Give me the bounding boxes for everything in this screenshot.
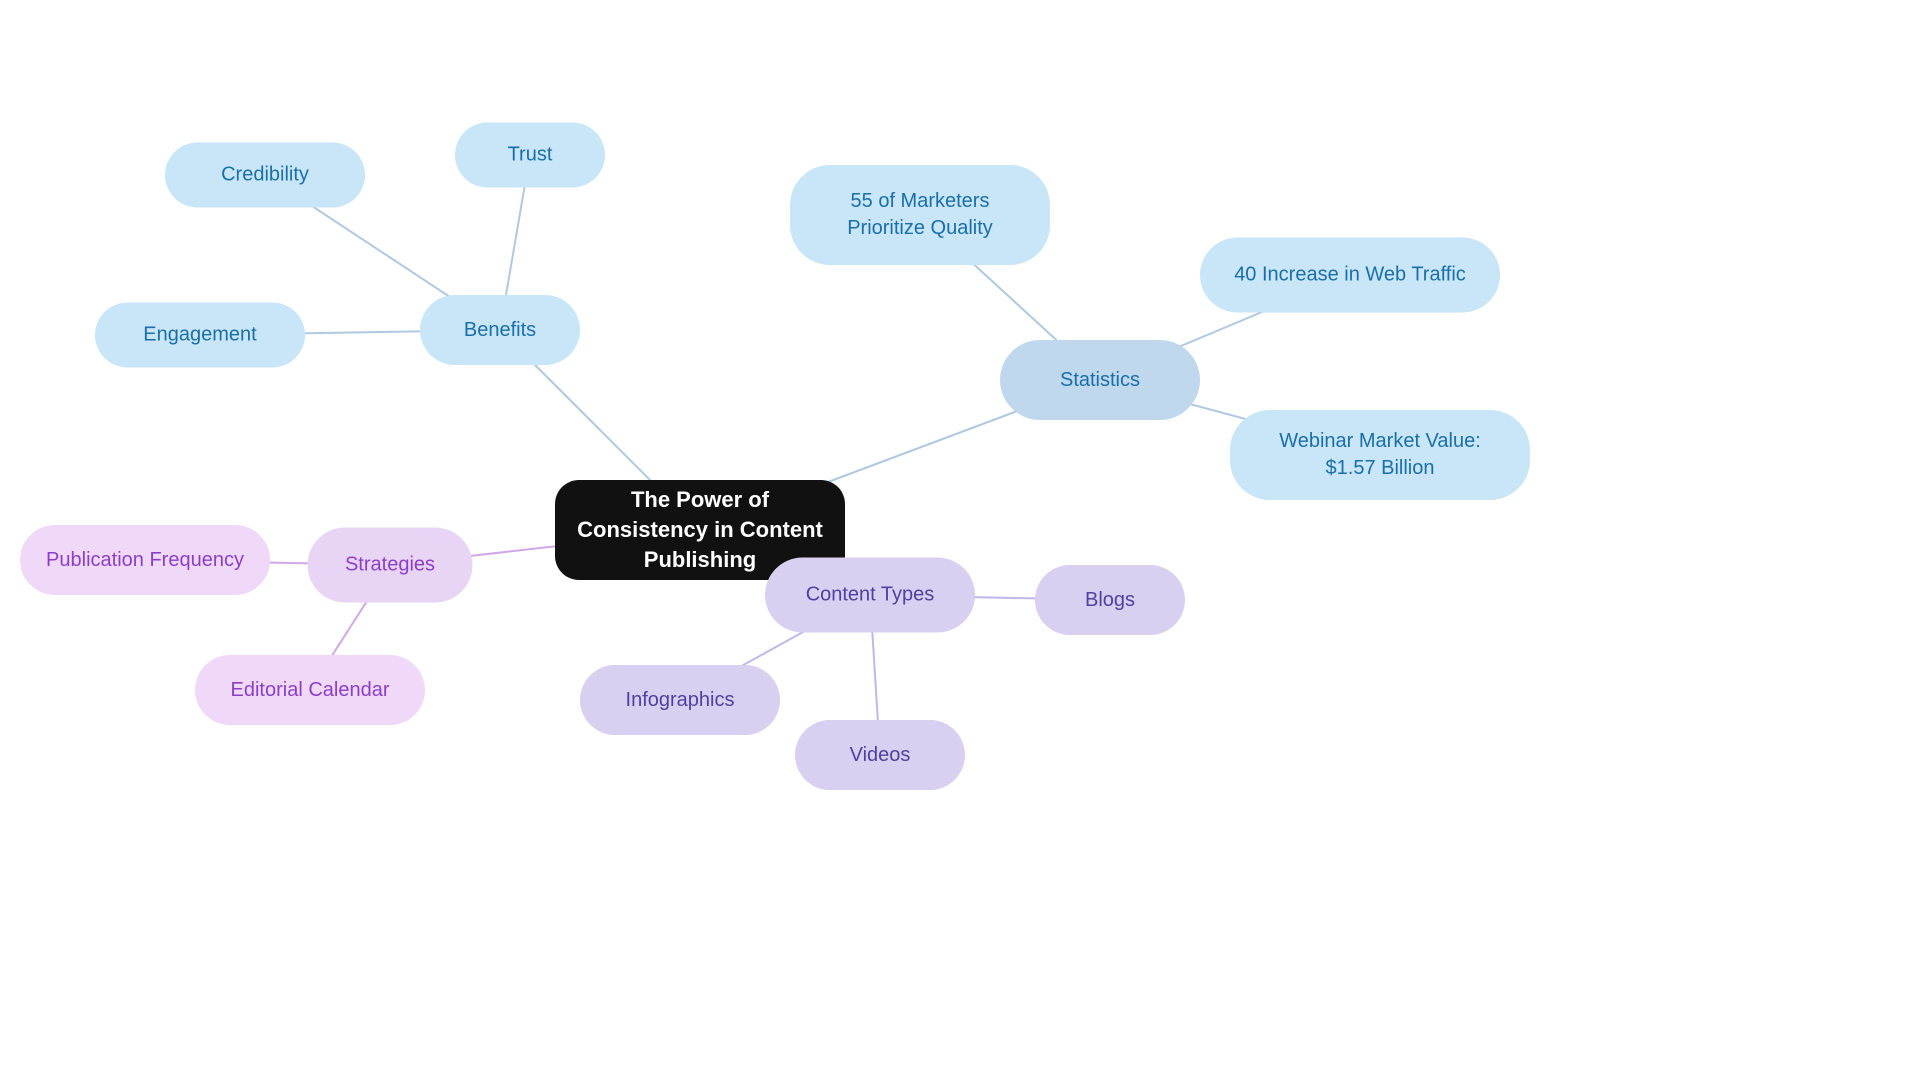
webinar-market-node: Webinar Market Value: $1.57 Billion	[1230, 410, 1530, 500]
content-types-node: Content Types	[765, 558, 975, 633]
trust-node: Trust	[455, 123, 605, 188]
videos-node: Videos	[795, 720, 965, 790]
quality-stat-node: 55 of Marketers Prioritize Quality	[790, 165, 1050, 265]
statistics-node: Statistics	[1000, 340, 1200, 420]
credibility-node: Credibility	[165, 143, 365, 208]
publication-freq-node: Publication Frequency	[20, 525, 270, 595]
strategies-node: Strategies	[308, 528, 473, 603]
web-traffic-node: 40 Increase in Web Traffic	[1200, 238, 1500, 313]
blogs-node: Blogs	[1035, 565, 1185, 635]
benefits-node: Benefits	[420, 295, 580, 365]
editorial-calendar-node: Editorial Calendar	[195, 655, 425, 725]
infographics-node: Infographics	[580, 665, 780, 735]
engagement-node: Engagement	[95, 303, 305, 368]
